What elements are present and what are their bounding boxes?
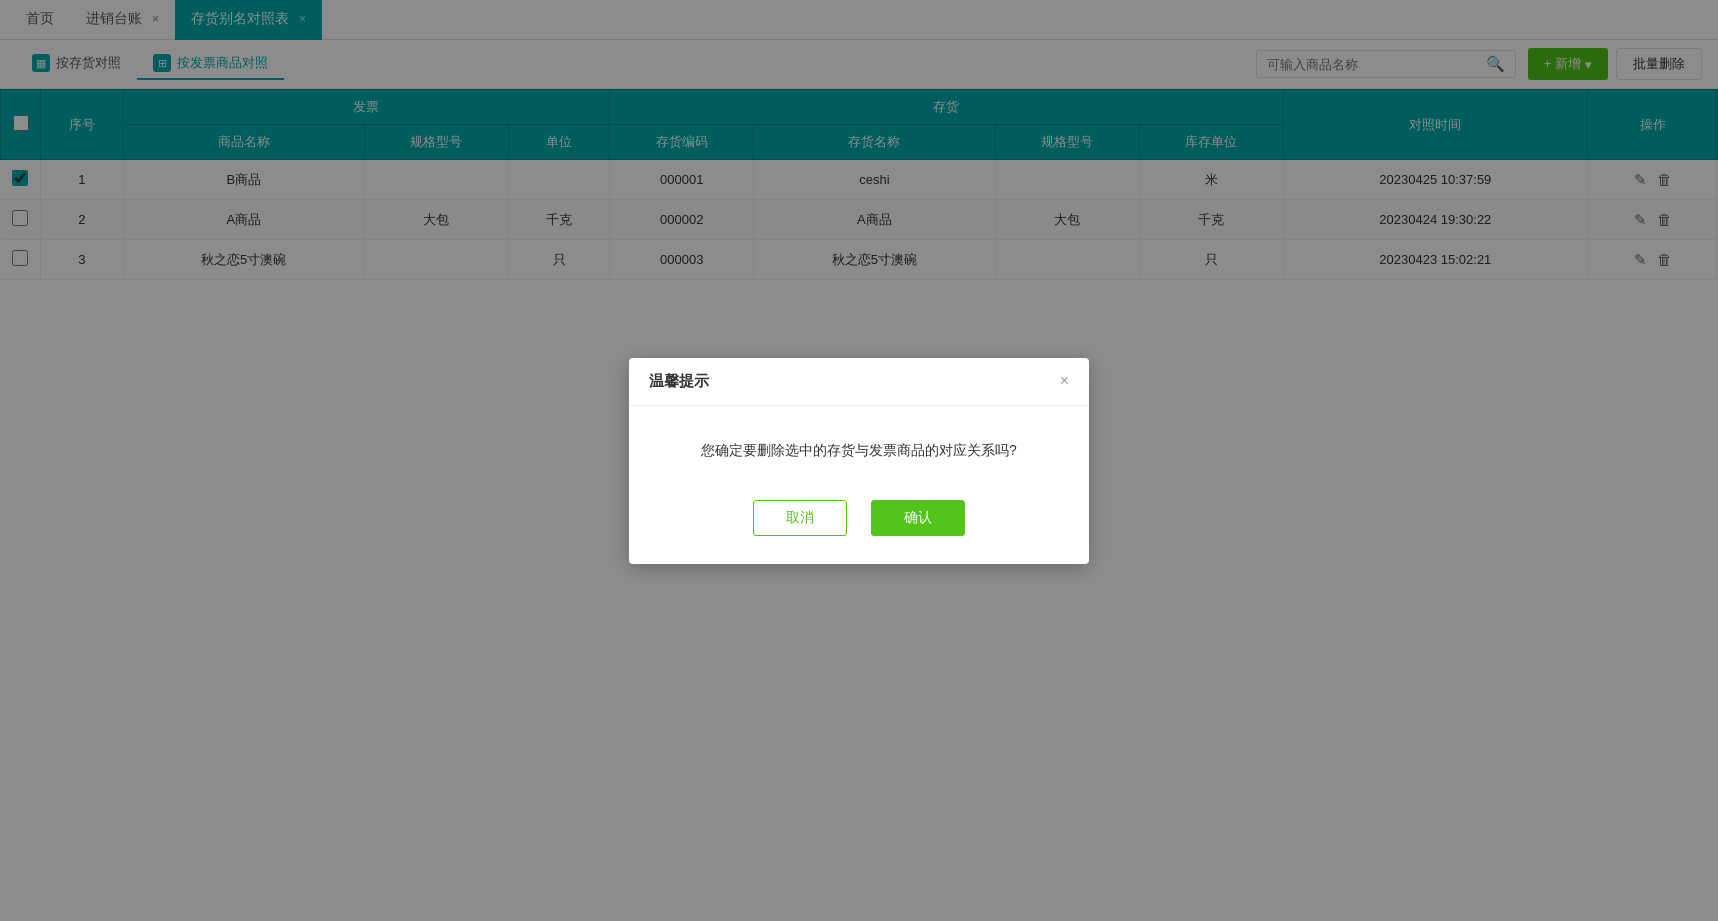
dialog-confirm-button[interactable]: 确认 [871,500,965,536]
dialog-cancel-button[interactable]: 取消 [753,500,847,536]
dialog-body: 您确定要删除选中的存货与发票商品的对应关系吗? [629,406,1089,484]
dialog-header: 温馨提示 × [629,358,1089,406]
dialog-message: 您确定要删除选中的存货与发票商品的对应关系吗? [701,442,1017,458]
dialog-close-icon[interactable]: × [1060,373,1069,389]
confirm-dialog: 温馨提示 × 您确定要删除选中的存货与发票商品的对应关系吗? 取消 确认 [629,358,1089,564]
dialog-footer: 取消 确认 [629,484,1089,564]
dialog-title: 温馨提示 [649,372,709,391]
dialog-overlay: 温馨提示 × 您确定要删除选中的存货与发票商品的对应关系吗? 取消 确认 [0,0,1718,921]
